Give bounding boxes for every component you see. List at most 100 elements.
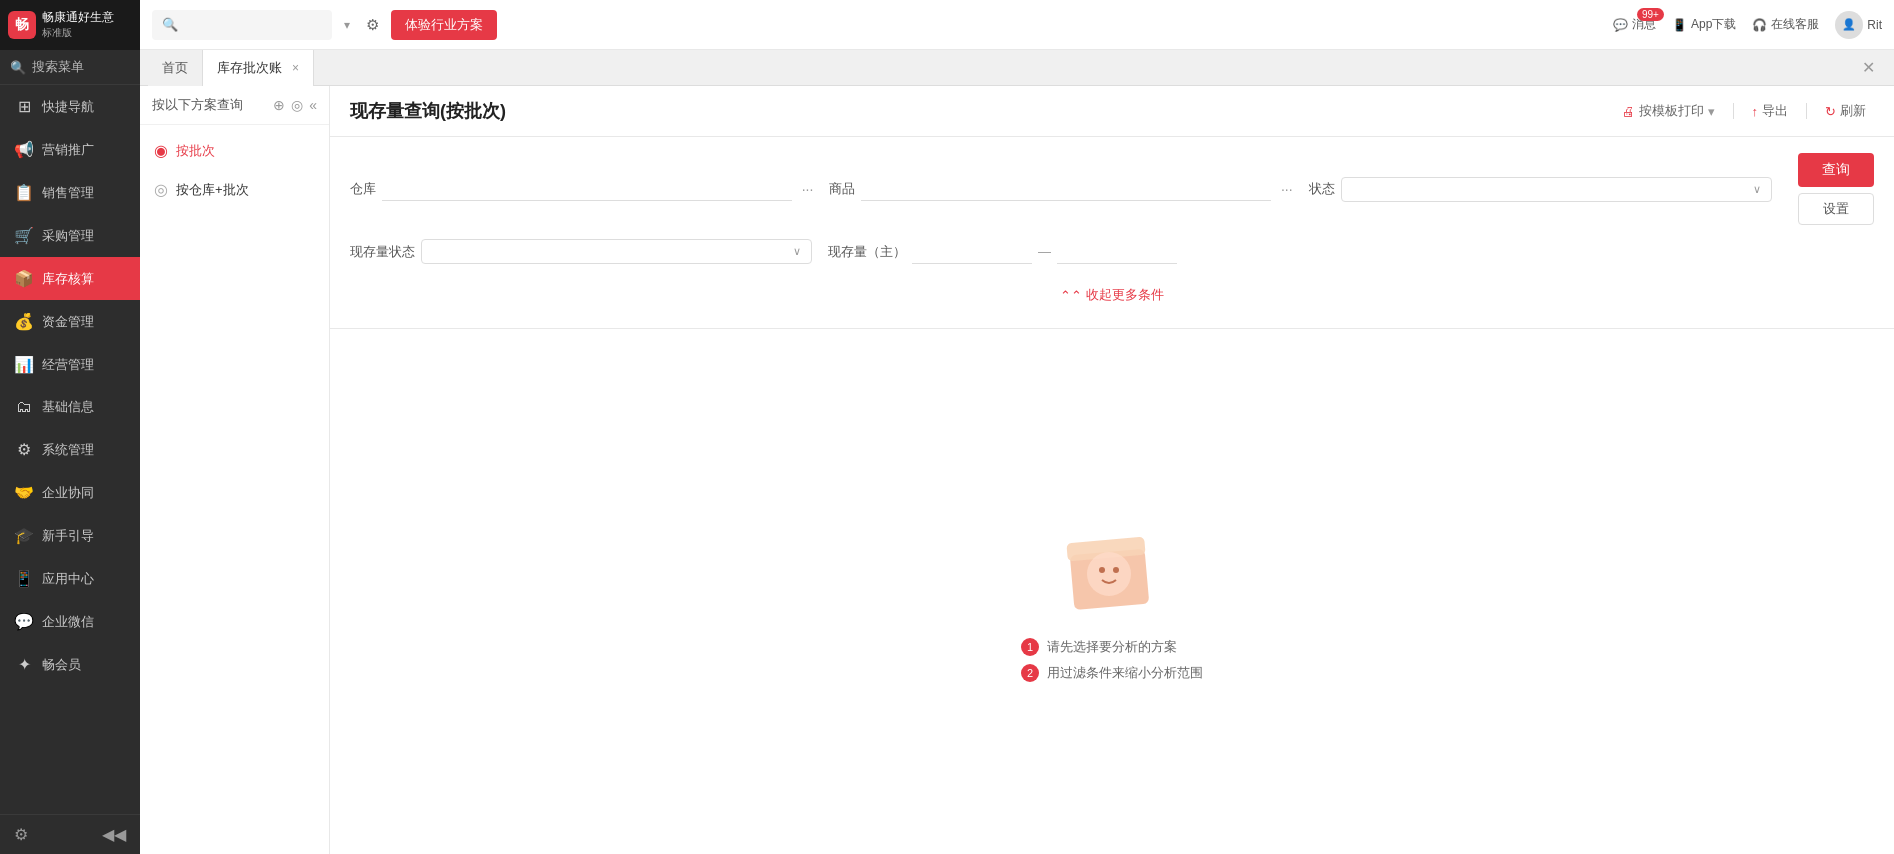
user-avatar[interactable]: 👤 Rit: [1835, 11, 1882, 39]
warehouse-dots[interactable]: ···: [802, 181, 814, 197]
nav-label: 快捷导航: [42, 98, 94, 116]
main-content: 现存量查询(按批次) 🖨 按模板打印 ▾ ↑ 导出 ↻ 刷: [330, 86, 1894, 854]
wechat-icon: 💬: [14, 612, 34, 631]
sidebar-item-vip[interactable]: ✦ 畅会员: [0, 643, 140, 686]
refresh-btn[interactable]: ↻ 刷新: [1817, 98, 1874, 124]
print-btn[interactable]: 🖨 按模板打印 ▾: [1614, 98, 1723, 124]
inventory-amount-from[interactable]: [912, 240, 1032, 264]
filter-area: 仓库 ··· 商品 ··· 状态 ∨: [330, 137, 1894, 329]
sidebar-item-sales[interactable]: 📋 销售管理: [0, 171, 140, 214]
scheme-item-warehouse-batch[interactable]: ◎ 按仓库+批次: [140, 170, 329, 209]
page-title: 现存量查询(按批次): [350, 99, 506, 123]
inventory-status-label: 现存量状态: [350, 243, 415, 261]
sidebar-item-quick-nav[interactable]: ⊞ 快捷导航: [0, 85, 140, 128]
collapse-up-icon: ⌃⌃: [1060, 288, 1082, 303]
sidebar-item-system[interactable]: ⚙ 系统管理: [0, 428, 140, 471]
inventory-amount-label: 现存量（主）: [828, 243, 906, 261]
inventory-amount-to[interactable]: [1057, 240, 1177, 264]
inventory-amount-filter: 现存量（主） —: [828, 240, 1290, 264]
inventory-icon: 📦: [14, 269, 34, 288]
tab-home[interactable]: 首页: [148, 50, 203, 86]
avatar: 👤: [1835, 11, 1863, 39]
sidebar-footer: ⚙ ◀◀: [0, 814, 140, 854]
topbar-search-box[interactable]: 🔍: [152, 10, 332, 40]
sidebar-item-purchase[interactable]: 🛒 采购管理: [0, 214, 140, 257]
nav-label: 基础信息: [42, 398, 94, 416]
messages-badge: 99+: [1637, 8, 1664, 21]
step-1-num: 1: [1021, 638, 1039, 656]
svg-point-2: [1087, 552, 1131, 596]
sidebar-item-inventory[interactable]: 📦 库存核算: [0, 257, 140, 300]
product-dots[interactable]: ···: [1281, 181, 1293, 197]
collapse-filters-btn[interactable]: ⌃⌃ 收起更多条件: [350, 278, 1874, 312]
topbar-dropdown-arrow[interactable]: ▾: [340, 14, 354, 36]
nav-label: 系统管理: [42, 441, 94, 459]
inventory-status-filter: 现存量状态 ∨: [350, 239, 812, 264]
panel-collapse-btn[interactable]: «: [309, 97, 317, 113]
filter-row-2: 现存量状态 ∨ 现存量（主） —: [350, 239, 1874, 264]
scheme-label: 按仓库+批次: [176, 181, 249, 199]
nav-label: 应用中心: [42, 570, 94, 588]
query-btn[interactable]: 查询: [1798, 153, 1874, 187]
tab-close-icon[interactable]: ×: [292, 61, 299, 75]
step-1-text: 请先选择要分析的方案: [1047, 638, 1177, 656]
status-select[interactable]: ∨: [1341, 177, 1772, 202]
marketing-icon: 📢: [14, 140, 34, 159]
product-input[interactable]: [861, 177, 1271, 201]
topbar-gear-icon[interactable]: ⚙: [362, 12, 383, 38]
product-label: 商品: [829, 180, 855, 198]
filter-row-1: 仓库 ··· 商品 ··· 状态 ∨: [350, 153, 1874, 225]
empty-step-2: 2 用过滤条件来缩小分析范围: [1021, 664, 1203, 682]
footer-collapse-icon[interactable]: ◀◀: [102, 825, 126, 844]
add-scheme-btn[interactable]: ⊕: [273, 97, 285, 113]
topbar-right: 💬 消息 99+ 📱 App下载 🎧 在线客服 👤 Rit: [1613, 11, 1882, 39]
svg-point-4: [1113, 567, 1119, 573]
collapse-label: 收起更多条件: [1086, 286, 1164, 304]
status-filter: 状态 ∨: [1309, 177, 1772, 202]
topbar: 🔍 ▾ ⚙ 体验行业方案 💬 消息 99+ 📱 App下载 🎧 在线客服 👤 R: [140, 0, 1894, 50]
sidebar-item-basic[interactable]: 🗂 基础信息: [0, 386, 140, 428]
inventory-amount-dash: —: [1038, 244, 1051, 259]
status-arrow: ∨: [1753, 183, 1761, 196]
online-service-btn[interactable]: 🎧 在线客服: [1752, 16, 1819, 33]
username: Rit: [1867, 18, 1882, 32]
empty-state: 1 请先选择要分析的方案 2 用过滤条件来缩小分析范围: [330, 329, 1894, 854]
settings-btn[interactable]: 设置: [1798, 193, 1874, 225]
app-subtitle: 标准版: [42, 26, 114, 40]
sidebar-item-finance[interactable]: 💰 资金管理: [0, 300, 140, 343]
tab-inventory-batch[interactable]: 库存批次账 ×: [203, 50, 314, 86]
sidebar-item-marketing[interactable]: 📢 营销推广: [0, 128, 140, 171]
product-filter: 商品 ···: [829, 177, 1292, 201]
enterprise-icon: 🤝: [14, 483, 34, 502]
scheme-settings-btn[interactable]: ◎: [291, 97, 303, 113]
footer-settings-icon[interactable]: ⚙: [14, 825, 28, 844]
online-service-label: 在线客服: [1771, 16, 1819, 33]
status-label: 状态: [1309, 180, 1335, 198]
warehouse-filter: 仓库 ···: [350, 177, 813, 201]
sidebar-item-apps[interactable]: 📱 应用中心: [0, 557, 140, 600]
scheme-item-batch[interactable]: ◉ 按批次: [140, 131, 329, 170]
app-download-btn[interactable]: 📱 App下载: [1672, 16, 1736, 33]
sidebar-item-enterprise[interactable]: 🤝 企业协同: [0, 471, 140, 514]
export-icon: ↑: [1752, 104, 1759, 119]
warehouse-input[interactable]: [382, 177, 792, 201]
sidebar-title-block: 畅康通好生意 标准版: [42, 10, 114, 40]
nav-label: 资金管理: [42, 313, 94, 331]
export-btn[interactable]: ↑ 导出: [1744, 98, 1797, 124]
empty-svg: [1052, 502, 1172, 622]
finance-icon: 💰: [14, 312, 34, 331]
inventory-status-select[interactable]: ∨: [421, 239, 812, 264]
topbar-search-icon: 🔍: [162, 17, 178, 32]
sidebar: 畅 畅康通好生意 标准版 🔍 搜索菜单 ⊞ 快捷导航 📢 营销推广 📋 销售管理…: [0, 0, 140, 854]
sidebar-item-newbie[interactable]: 🎓 新手引导: [0, 514, 140, 557]
print-dropdown-icon[interactable]: ▾: [1708, 104, 1715, 119]
sales-icon: 📋: [14, 183, 34, 202]
warehouse-label: 仓库: [350, 180, 376, 198]
sidebar-item-operation[interactable]: 📊 经营管理: [0, 343, 140, 386]
experience-btn[interactable]: 体验行业方案: [391, 10, 497, 40]
sidebar-item-wechat[interactable]: 💬 企业微信: [0, 600, 140, 643]
messages-btn[interactable]: 💬 消息 99+: [1613, 16, 1656, 33]
home-tab-label: 首页: [162, 59, 188, 77]
sidebar-search[interactable]: 🔍 搜索菜单: [0, 50, 140, 85]
page-close-btn[interactable]: ✕: [1850, 50, 1886, 86]
